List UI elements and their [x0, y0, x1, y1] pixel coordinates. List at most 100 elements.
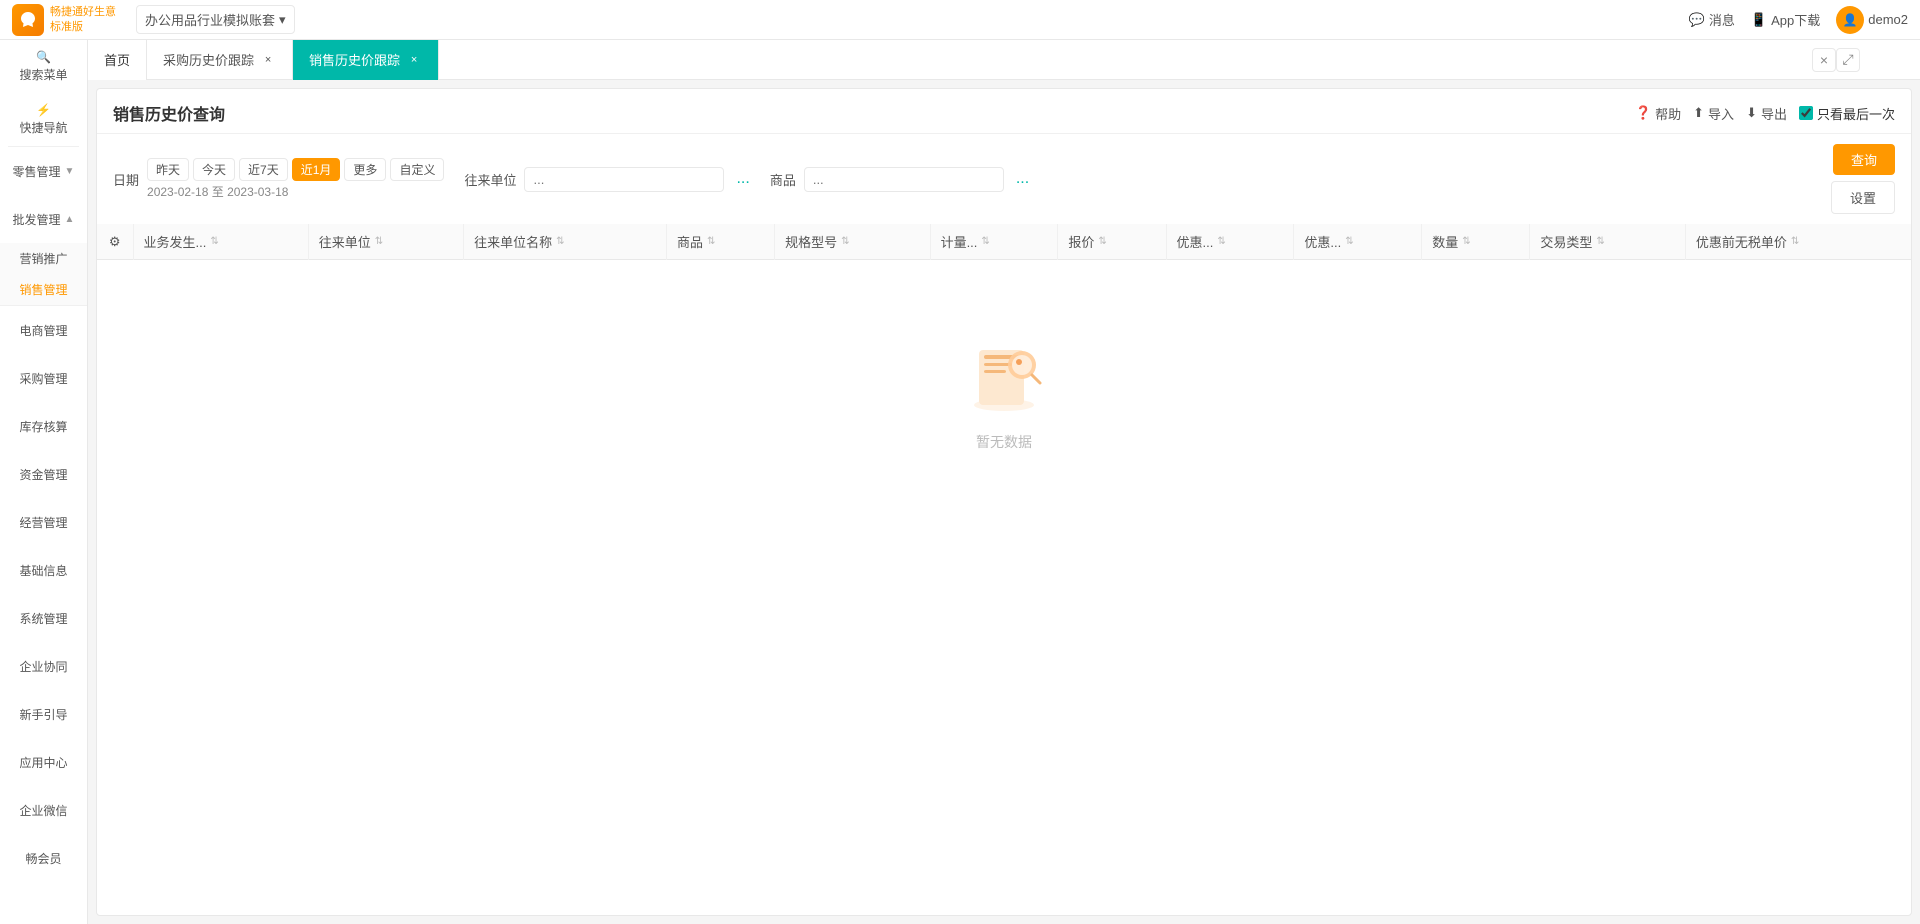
sort-icon-partner-code: ⇅	[375, 236, 383, 247]
sidebar-item-finance[interactable]: 资金管理	[0, 450, 87, 498]
filter-bar: 日期 昨天 今天 近7天 近1月 更多 自定义 2023-02-18 至 202…	[97, 134, 1911, 224]
wholesale-expand-icon: ▲	[65, 214, 75, 225]
help-icon: ❓	[1635, 105, 1651, 121]
import-label: 导入	[1708, 104, 1734, 123]
date-btn-last7[interactable]: 近7天	[239, 158, 288, 181]
tab-sales-close[interactable]: ×	[406, 52, 422, 68]
th-quote[interactable]: 报价 ⇅	[1058, 224, 1166, 260]
sidebar-label-search: 搜索菜单	[19, 66, 67, 83]
logo-area: 畅捷通好生意 标准版	[12, 4, 116, 36]
header-left: 畅捷通好生意 标准版 办公用品行业模拟账套 ▾	[12, 4, 295, 36]
sidebar-item-inventory[interactable]: 库存核算	[0, 402, 87, 450]
import-icon: ⬆	[1693, 105, 1704, 121]
settings-gear-icon: ⚙	[109, 234, 121, 249]
sidebar-item-enterprise-wechat[interactable]: 企业微信	[0, 786, 87, 834]
th-biz-date[interactable]: 业务发生... ⇅	[133, 224, 308, 260]
goods-input[interactable]	[804, 167, 1004, 192]
sidebar-item-basic-info[interactable]: 基础信息	[0, 546, 87, 594]
th-trade-type[interactable]: 交易类型 ⇅	[1530, 224, 1685, 260]
sidebar-label-operations: 经营管理	[19, 514, 67, 531]
app-selector[interactable]: 办公用品行业模拟账套 ▾	[136, 5, 295, 34]
th-spec[interactable]: 规格型号 ⇅	[775, 224, 930, 260]
only-last-label: 只看最后一次	[1817, 104, 1895, 123]
sort-icon-unit: ⇅	[981, 236, 989, 247]
th-partner-name[interactable]: 往来单位名称 ⇅	[464, 224, 667, 260]
tab-home[interactable]: 首页	[88, 40, 147, 80]
sidebar: 🔍 搜索菜单 ⚡ 快捷导航 零售管理 ▼ 批发管理 ▲ 营销推广 销售管理 电商…	[0, 40, 88, 924]
th-goods[interactable]: 商品 ⇅	[666, 224, 774, 260]
th-partner-code[interactable]: 往来单位 ⇅	[308, 224, 463, 260]
import-button[interactable]: ⬆ 导入	[1693, 104, 1734, 123]
query-button[interactable]: 查询	[1833, 144, 1895, 175]
top-header: 畅捷通好生意 标准版 办公用品行业模拟账套 ▾ 💬 消息 📱 App下载 👤 d…	[0, 0, 1920, 40]
message-label: 消息	[1709, 10, 1735, 29]
goods-search-dots[interactable]: ...	[1016, 170, 1029, 188]
help-button[interactable]: ❓ 帮助	[1635, 104, 1681, 123]
partner-search-dots[interactable]: ...	[736, 170, 749, 188]
quick-nav-icon: ⚡	[36, 103, 51, 117]
maximize-icon: ⤢	[1842, 51, 1853, 68]
date-filter-group: 日期 昨天 今天 近7天 近1月 更多 自定义 2023-02-18 至 202…	[113, 158, 444, 200]
th-pre-tax[interactable]: 优惠前无税单价 ⇅	[1685, 224, 1911, 260]
avatar: 👤	[1836, 6, 1864, 34]
sidebar-label-inventory: 库存核算	[19, 418, 67, 435]
sidebar-item-wholesale[interactable]: 批发管理 ▲	[0, 195, 87, 243]
date-filter-label: 日期	[113, 170, 139, 189]
date-btn-yesterday[interactable]: 昨天	[147, 158, 189, 181]
th-settings[interactable]: ⚙	[97, 224, 133, 260]
th-discount1[interactable]: 优惠... ⇅	[1166, 224, 1294, 260]
th-unit[interactable]: 计量... ⇅	[930, 224, 1058, 260]
page-header: 销售历史价查询 ❓ 帮助 ⬆ 导入 ⬇ 导出	[97, 89, 1911, 134]
sort-icon-discount2: ⇅	[1345, 236, 1353, 247]
sidebar-item-quick-nav[interactable]: ⚡ 快捷导航	[0, 93, 87, 146]
date-btn-more[interactable]: 更多	[344, 158, 386, 181]
sidebar-label-retail: 零售管理	[13, 163, 61, 180]
sidebar-item-search[interactable]: 🔍 搜索菜单	[0, 40, 87, 93]
tab-bar: 首页 采购历史价跟踪 × 销售历史价跟踪 × × ⤢	[88, 40, 1920, 80]
date-btn-custom[interactable]: 自定义	[390, 158, 444, 181]
sidebar-item-system[interactable]: 系统管理	[0, 594, 87, 642]
partner-input[interactable]	[524, 167, 724, 192]
app-download-button[interactable]: 📱 App下载	[1751, 10, 1820, 29]
sort-icon-quote: ⇅	[1098, 236, 1106, 247]
sort-icon-quantity: ⇅	[1462, 236, 1470, 247]
sidebar-item-guide[interactable]: 新手引导	[0, 690, 87, 738]
logo-icon	[12, 4, 44, 36]
action-buttons: 查询 设置	[1831, 144, 1895, 214]
sidebar-label-basic-info: 基础信息	[19, 562, 67, 579]
sub-item-sales-mgmt[interactable]: 销售管理	[0, 274, 87, 305]
retail-expand-icon: ▼	[65, 166, 75, 177]
only-last-checkbox[interactable]	[1799, 106, 1813, 120]
sidebar-label-app-center: 应用中心	[19, 754, 67, 771]
tab-purchase-close[interactable]: ×	[260, 52, 276, 68]
th-quantity[interactable]: 数量 ⇅	[1422, 224, 1530, 260]
sidebar-label-enterprise-collab: 企业协同	[19, 658, 67, 675]
message-button[interactable]: 💬 消息	[1689, 10, 1735, 29]
sidebar-item-retail[interactable]: 零售管理 ▼	[0, 147, 87, 195]
message-icon: 💬	[1689, 12, 1705, 28]
th-discount2[interactable]: 优惠... ⇅	[1294, 224, 1422, 260]
date-btn-today[interactable]: 今天	[193, 158, 235, 181]
sidebar-item-vip[interactable]: 畅会员	[0, 834, 87, 882]
tab-maximize-button[interactable]: ⤢	[1836, 48, 1860, 72]
date-range-display: 2023-02-18 至 2023-03-18	[147, 183, 444, 200]
settings-button[interactable]: 设置	[1831, 181, 1895, 214]
only-last-checkbox-label[interactable]: 只看最后一次	[1799, 104, 1895, 123]
tab-sales-history[interactable]: 销售历史价跟踪 ×	[293, 40, 439, 80]
tab-close-all-button[interactable]: ×	[1812, 48, 1836, 72]
empty-state: 暂无数据	[97, 260, 1911, 512]
table-header: ⚙ 业务发生... ⇅ 往来单	[97, 224, 1911, 260]
download-icon: 📱	[1751, 12, 1767, 28]
sidebar-item-enterprise-collab[interactable]: 企业协同	[0, 642, 87, 690]
sort-icon-biz-date: ⇅	[210, 236, 218, 247]
sidebar-item-operations[interactable]: 经营管理	[0, 498, 87, 546]
date-btn-last1month[interactable]: 近1月	[292, 158, 341, 181]
sidebar-item-app-center[interactable]: 应用中心	[0, 738, 87, 786]
user-info[interactable]: 👤 demo2	[1836, 6, 1908, 34]
sidebar-item-ecommerce[interactable]: 电商管理	[0, 306, 87, 354]
tab-purchase-history[interactable]: 采购历史价跟踪 ×	[147, 40, 293, 80]
sidebar-item-purchase[interactable]: 采购管理	[0, 354, 87, 402]
sub-item-marketing[interactable]: 营销推广	[0, 243, 87, 274]
export-button[interactable]: ⬇ 导出	[1746, 104, 1787, 123]
sidebar-label-enterprise-wechat: 企业微信	[19, 802, 67, 819]
